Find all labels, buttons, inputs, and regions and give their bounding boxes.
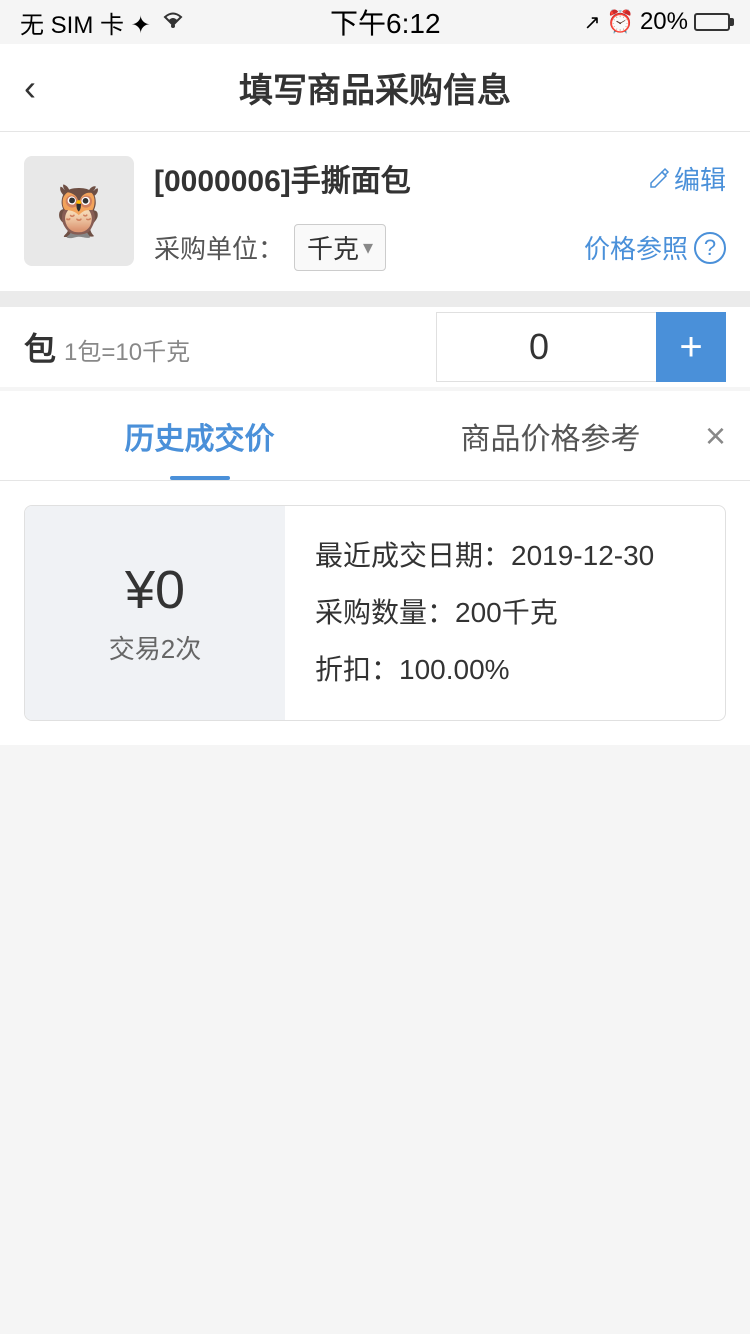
recent-date-value: 2019-12-30: [511, 540, 654, 571]
price-reference-button[interactable]: 价格参照 ?: [584, 229, 726, 266]
unit-selector[interactable]: 千克 ▾: [294, 224, 386, 271]
unit-prefix-label: 采购单位：: [154, 229, 284, 266]
status-bar: 无 SIM 卡 ✦ 下午6:12 ↗ ⏰ 20%: [0, 0, 750, 44]
tab-history-price[interactable]: 历史成交价: [24, 391, 375, 480]
tabs-header: 历史成交价 商品价格参考 ×: [0, 391, 750, 481]
signal-text: 无 SIM 卡 ✦: [20, 5, 151, 40]
unit-left: 采购单位： 千克 ▾: [154, 224, 386, 271]
status-left: 无 SIM 卡 ✦: [20, 5, 187, 40]
location-icon: ↗: [584, 10, 601, 35]
price-card-left: ¥0 交易2次: [25, 506, 285, 720]
currency-symbol: ¥: [125, 560, 155, 620]
page-title: 填写商品采购信息: [239, 63, 511, 112]
quantity-input-area: +: [436, 312, 726, 382]
tab-product-price-ref-label: 商品价格参考: [461, 414, 641, 458]
tabs-section: 历史成交价 商品价格参考 × ¥0 交易2次 最近成交日期：2019-12-30…: [0, 391, 750, 745]
purchase-qty-value: 200千克: [455, 597, 558, 628]
status-right: ↗ ⏰ 20%: [584, 8, 730, 36]
recent-date-item: 最近成交日期：2019-12-30: [315, 536, 695, 575]
purchase-qty-label: 采购数量：: [315, 597, 455, 628]
price-content: ¥0 交易2次 最近成交日期：2019-12-30 采购数量：200千克 折扣：…: [0, 481, 750, 745]
back-button[interactable]: ‹: [24, 67, 36, 109]
battery-icon: [694, 13, 730, 31]
discount-label: 折扣：: [315, 654, 399, 685]
product-header: 🦉 [0000006]手撕面包 编辑 采购单位： 千克 ▾: [24, 156, 726, 291]
product-name-row: [0000006]手撕面包 编辑: [154, 156, 726, 200]
status-time: 下午6:12: [330, 2, 441, 42]
recent-date-label: 最近成交日期：: [315, 540, 511, 571]
product-thumbnail: 🦉: [24, 156, 134, 266]
price-card-right: 最近成交日期：2019-12-30 采购数量：200千克 折扣：100.00%: [285, 506, 725, 720]
purchase-qty-item: 采购数量：200千克: [315, 593, 695, 632]
help-icon: ?: [694, 232, 726, 264]
edit-label: 编辑: [674, 160, 726, 197]
product-card: 🦉 [0000006]手撕面包 编辑 采购单位： 千克 ▾: [0, 132, 750, 291]
battery-percent: 20%: [640, 8, 688, 36]
product-logo-icon: 🦉: [48, 182, 110, 241]
tabs-close-button[interactable]: ×: [705, 415, 726, 457]
quantity-label: 包 1包=10千克: [24, 324, 190, 370]
edit-button[interactable]: 编辑: [648, 160, 726, 197]
price-amount-display: ¥0: [125, 559, 185, 621]
tab-active-indicator: [170, 476, 230, 480]
product-unit-row: 采购单位： 千克 ▾ 价格参照 ?: [154, 224, 726, 271]
package-unit-label: 包: [24, 324, 56, 370]
package-conversion-label: 1包=10千克: [64, 332, 190, 367]
price-ref-label: 价格参照: [584, 229, 688, 266]
dropdown-arrow-icon: ▾: [363, 235, 373, 260]
wifi-icon: [159, 8, 187, 36]
discount-item: 折扣：100.00%: [315, 650, 695, 689]
tab-history-price-label: 历史成交价: [125, 414, 275, 458]
price-card: ¥0 交易2次 最近成交日期：2019-12-30 采购数量：200千克 折扣：…: [24, 505, 726, 721]
quantity-row: 包 1包=10千克 +: [0, 307, 750, 387]
transaction-count: 交易2次: [109, 629, 201, 666]
discount-value: 100.00%: [399, 654, 510, 685]
divider: [0, 291, 750, 307]
quantity-plus-button[interactable]: +: [656, 312, 726, 382]
alarm-icon: ⏰: [607, 9, 634, 35]
tab-product-price-ref[interactable]: 商品价格参考: [375, 391, 726, 480]
unit-value: 千克: [307, 229, 359, 266]
quantity-input[interactable]: [436, 312, 656, 382]
product-name: [0000006]手撕面包: [154, 156, 411, 200]
price-value: 0: [155, 560, 185, 620]
nav-bar: ‹ 填写商品采购信息: [0, 44, 750, 132]
product-info: [0000006]手撕面包 编辑 采购单位： 千克 ▾: [154, 156, 726, 271]
